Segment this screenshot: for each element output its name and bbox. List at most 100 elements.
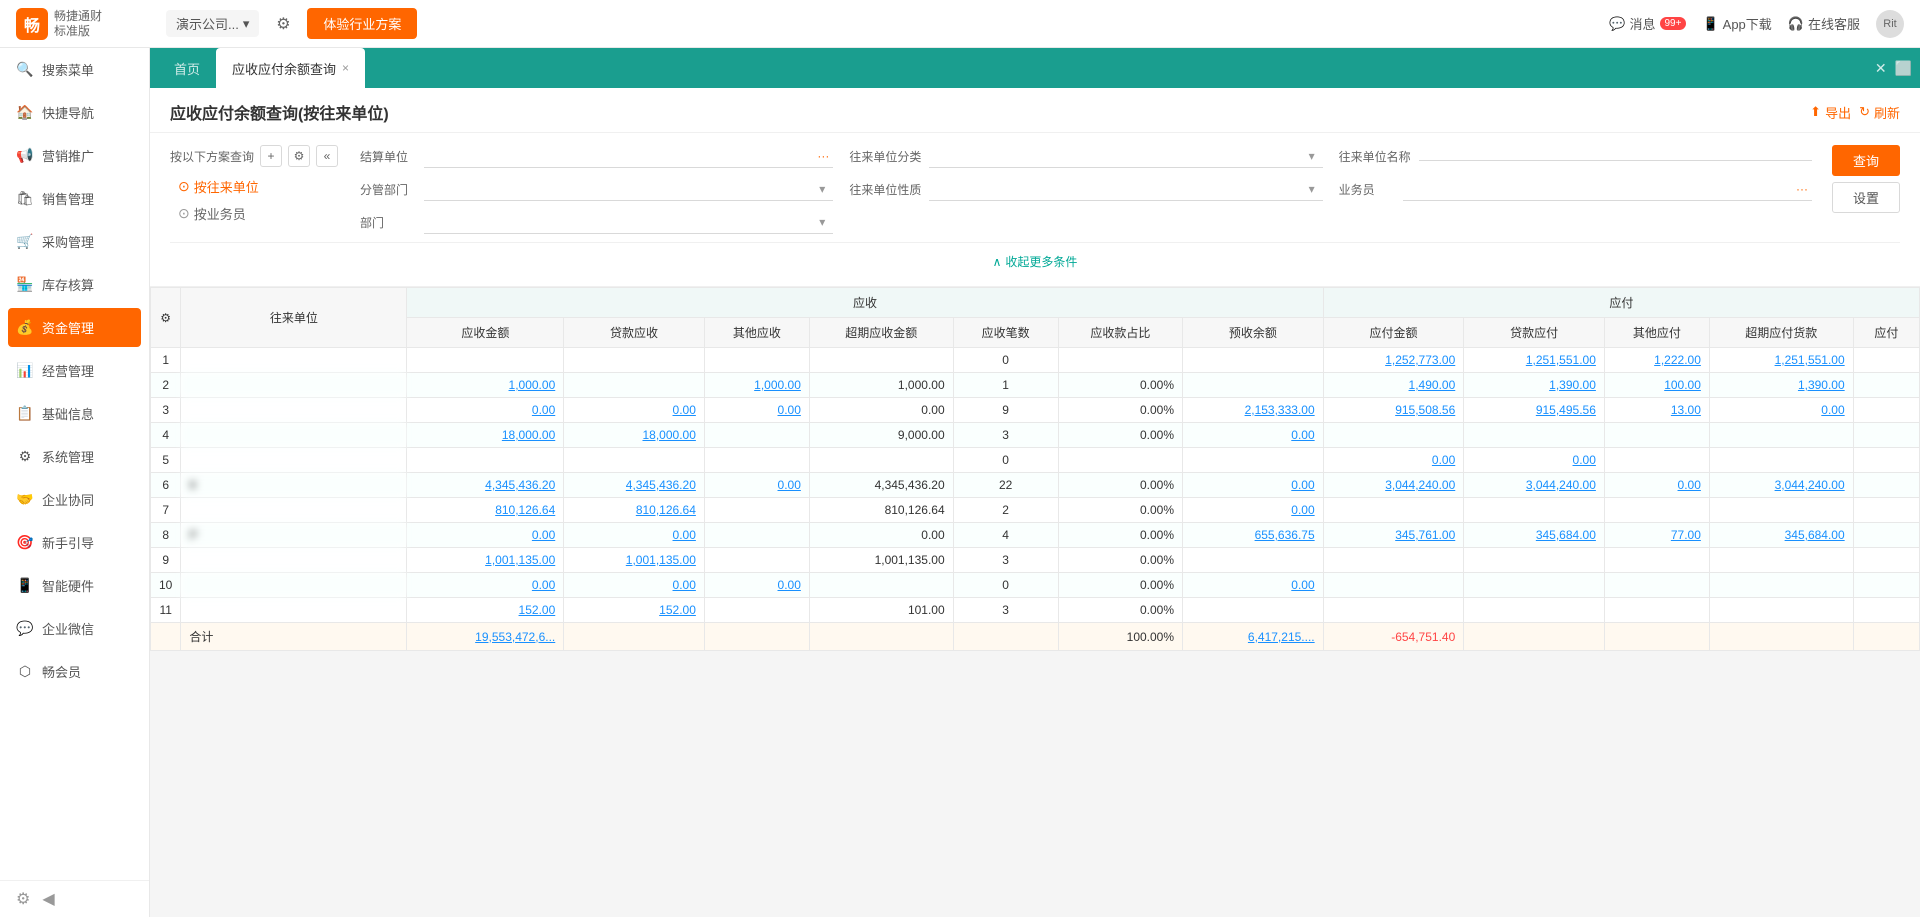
ar-loan[interactable]: 810,126.64 [564, 498, 705, 523]
scheme-option-partner[interactable]: ⊙ 按往来单位 [178, 177, 340, 196]
settings-icon[interactable]: ⚙ [267, 8, 299, 40]
ap-overdue[interactable]: 3,044,240.00 [1709, 473, 1853, 498]
ap-overdue[interactable]: 0.00 [1709, 398, 1853, 423]
ap-amount[interactable]: 1,252,773.00 [1323, 348, 1464, 373]
sidebar-item-member[interactable]: ⬡ 畅会员 [0, 650, 149, 693]
ap-other[interactable]: 77.00 [1604, 523, 1709, 548]
ar-amount[interactable]: 810,126.64 [407, 498, 564, 523]
tab-close-icon[interactable]: × [342, 61, 349, 75]
scheme-option-salesperson[interactable]: ⊙ 按业务员 [178, 204, 340, 223]
ar-amount[interactable]: 152.00 [407, 598, 564, 623]
settlement-unit-input[interactable]: ··· [424, 145, 833, 168]
ar-amount[interactable]: 0.00 [407, 573, 564, 598]
sidebar-item-nav[interactable]: 🏠 快捷导航 [0, 91, 149, 134]
ar-loan[interactable]: 152.00 [564, 598, 705, 623]
ap-overdue[interactable]: 1,390.00 [1709, 373, 1853, 398]
scheme-settings-btn[interactable]: ⚙ [288, 145, 310, 167]
salesperson-input[interactable]: ··· [1403, 178, 1812, 201]
ap-loan[interactable]: 0.00 [1464, 448, 1605, 473]
ar-prepay[interactable]: 0.00 [1183, 573, 1324, 598]
ar-loan[interactable]: 0.00 [564, 398, 705, 423]
tab-expand-btn[interactable]: ⬜ [1895, 60, 1912, 77]
sidebar-item-system[interactable]: ⚙ 系统管理 [0, 435, 149, 478]
ar-amount[interactable]: 0.00 [407, 523, 564, 548]
unit-category-input[interactable]: ▾ [929, 145, 1322, 168]
col-settings[interactable]: ⚙ [151, 288, 181, 348]
message-action[interactable]: 💬 消息 99+ [1609, 14, 1686, 33]
salesperson-dots[interactable]: ··· [1796, 182, 1808, 196]
ar-amount[interactable]: 4,345,436.20 [407, 473, 564, 498]
ap-loan[interactable]: 1,390.00 [1464, 373, 1605, 398]
total-ar-amount[interactable]: 19,553,472,6... [407, 623, 564, 651]
dept-input[interactable]: ▾ [424, 211, 833, 234]
ar-amount[interactable]: 18,000.00 [407, 423, 564, 448]
company-selector[interactable]: 演示公司... ▾ [166, 10, 259, 37]
ap-other[interactable]: 100.00 [1604, 373, 1709, 398]
ar-other[interactable]: 0.00 [704, 473, 809, 498]
trial-button[interactable]: 体验行业方案 [307, 8, 417, 39]
ar-amount[interactable]: 0.00 [407, 398, 564, 423]
tab-home[interactable]: 首页 [158, 48, 216, 88]
ap-amount[interactable]: 3,044,240.00 [1323, 473, 1464, 498]
settings-button[interactable]: 设置 [1832, 182, 1900, 213]
ar-loan[interactable]: 18,000.00 [564, 423, 705, 448]
sidebar-item-wechat[interactable]: 💬 企业微信 [0, 607, 149, 650]
sidebar-item-operation[interactable]: 📊 经营管理 [0, 349, 149, 392]
scheme-add-btn[interactable]: + [260, 145, 282, 167]
online-service-action[interactable]: 🎧 在线客服 [1788, 14, 1860, 33]
refresh-button[interactable]: ↻ 刷新 [1859, 103, 1900, 122]
unit-nature-input[interactable]: ▾ [929, 178, 1322, 201]
sidebar-item-marketing[interactable]: 📢 营销推广 [0, 134, 149, 177]
sidebar-item-hardware[interactable]: 📱 智能硬件 [0, 564, 149, 607]
ap-other[interactable]: 1,222.00 [1604, 348, 1709, 373]
ar-amount[interactable]: 1,001,135.00 [407, 548, 564, 573]
scheme-collapse-btn[interactable]: « [316, 145, 338, 167]
ap-loan[interactable]: 3,044,240.00 [1464, 473, 1605, 498]
avatar[interactable]: Rit [1876, 10, 1904, 38]
ar-prepay[interactable]: 0.00 [1183, 473, 1324, 498]
sidebar-item-collab[interactable]: 🤝 企业协同 [0, 478, 149, 521]
ap-amount[interactable]: 1,490.00 [1323, 373, 1464, 398]
ar-loan[interactable]: 1,001,135.00 [564, 548, 705, 573]
ap-loan[interactable]: 1,251,551.00 [1464, 348, 1605, 373]
ar-prepay[interactable]: 655,636.75 [1183, 523, 1324, 548]
ar-prepay[interactable]: 0.00 [1183, 498, 1324, 523]
sidebar-item-basic[interactable]: 📋 基础信息 [0, 392, 149, 435]
export-button[interactable]: ⬆ 导出 [1810, 103, 1851, 122]
ar-amount[interactable]: 1,000.00 [407, 373, 564, 398]
unit-name-input[interactable] [1419, 152, 1812, 161]
sidebar-item-guide[interactable]: 🎯 新手引导 [0, 521, 149, 564]
ap-amount[interactable]: 345,761.00 [1323, 523, 1464, 548]
tab-ar-balance[interactable]: 应收应付余额查询 × [216, 48, 365, 88]
sidebar-settings-btn[interactable]: ⚙ [16, 889, 30, 909]
ar-prepay[interactable]: 2,153,333.00 [1183, 398, 1324, 423]
ar-loan[interactable]: 4,345,436.20 [564, 473, 705, 498]
sidebar-item-search[interactable]: 🔍 搜索菜单 [0, 48, 149, 91]
ap-amount[interactable]: 915,508.56 [1323, 398, 1464, 423]
sidebar-item-finance[interactable]: 💰 资金管理 [8, 308, 141, 347]
ap-amount[interactable]: 0.00 [1323, 448, 1464, 473]
ap-other[interactable]: 0.00 [1604, 473, 1709, 498]
ar-other[interactable]: 0.00 [704, 398, 809, 423]
ap-loan[interactable]: 915,495.56 [1464, 398, 1605, 423]
query-button[interactable]: 查询 [1832, 145, 1900, 176]
ar-loan[interactable]: 0.00 [564, 523, 705, 548]
ar-other[interactable]: 1,000.00 [704, 373, 809, 398]
ar-other[interactable]: 0.00 [704, 573, 809, 598]
collapse-more-btn[interactable]: ∧ 收起更多条件 [170, 249, 1900, 274]
ar-prepay[interactable]: 0.00 [1183, 423, 1324, 448]
total-ar-prepay[interactable]: 6,417,215.... [1183, 623, 1324, 651]
ap-other[interactable]: 13.00 [1604, 398, 1709, 423]
sidebar-item-purchase[interactable]: 🛒 采购管理 [0, 220, 149, 263]
sidebar-item-inventory[interactable]: 🏪 库存核算 [0, 263, 149, 306]
ap-loan[interactable]: 345,684.00 [1464, 523, 1605, 548]
sidebar-item-sales[interactable]: 🛍 销售管理 [0, 177, 149, 220]
ap-overdue[interactable]: 345,684.00 [1709, 523, 1853, 548]
ar-loan[interactable]: 0.00 [564, 573, 705, 598]
tab-close-window-btn[interactable]: ✕ [1875, 60, 1887, 77]
app-download-action[interactable]: 📱 App下载 [1702, 14, 1771, 33]
sidebar-collapse-btn[interactable]: ◀ [42, 889, 54, 909]
dept-mgr-input[interactable]: ▾ [424, 178, 833, 201]
ap-overdue[interactable]: 1,251,551.00 [1709, 348, 1853, 373]
settlement-unit-dots[interactable]: ··· [817, 149, 829, 163]
